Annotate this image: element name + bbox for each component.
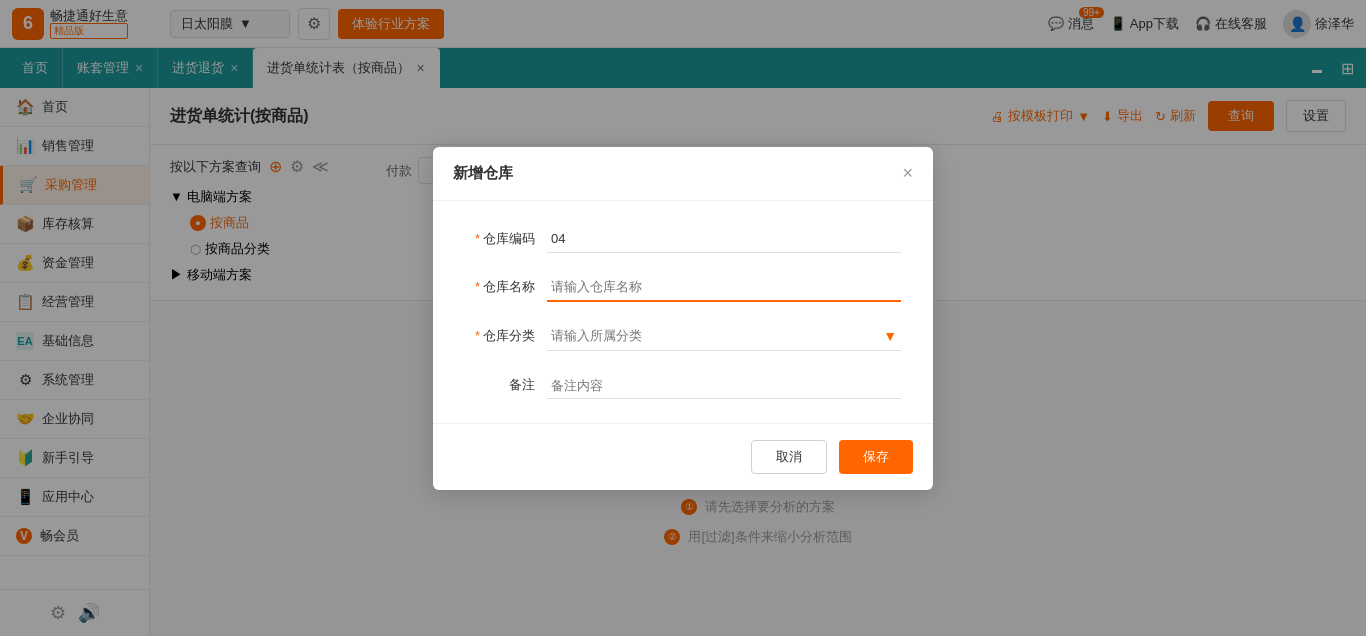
note-label: 备注	[465, 376, 535, 394]
category-input[interactable]	[551, 328, 883, 343]
warehouse-category-row: 仓库分类 ▼	[465, 322, 901, 351]
note-textarea[interactable]	[547, 371, 901, 399]
chevron-down-icon: ▼	[883, 328, 897, 344]
warehouse-name-row: 仓库名称	[465, 273, 901, 302]
warehouse-name-input[interactable]	[547, 273, 901, 302]
save-button[interactable]: 保存	[839, 440, 913, 474]
category-select-wrap[interactable]: ▼	[547, 322, 901, 351]
category-label: 仓库分类	[465, 327, 535, 345]
dialog-overlay: 新增仓库 × 仓库编码 仓库名称 仓库分类 ▼	[0, 0, 1366, 636]
dialog-title: 新增仓库	[453, 164, 513, 183]
warehouse-code-input[interactable]	[547, 225, 901, 253]
add-warehouse-dialog: 新增仓库 × 仓库编码 仓库名称 仓库分类 ▼	[433, 147, 933, 490]
name-label: 仓库名称	[465, 278, 535, 296]
dialog-footer: 取消 保存	[433, 423, 933, 490]
dialog-close-button[interactable]: ×	[902, 163, 913, 184]
dialog-body: 仓库编码 仓库名称 仓库分类 ▼ 备注	[433, 201, 933, 423]
warehouse-note-row: 备注	[465, 371, 901, 399]
cancel-button[interactable]: 取消	[751, 440, 827, 474]
code-label: 仓库编码	[465, 230, 535, 248]
warehouse-code-row: 仓库编码	[465, 225, 901, 253]
dialog-header: 新增仓库 ×	[433, 147, 933, 201]
